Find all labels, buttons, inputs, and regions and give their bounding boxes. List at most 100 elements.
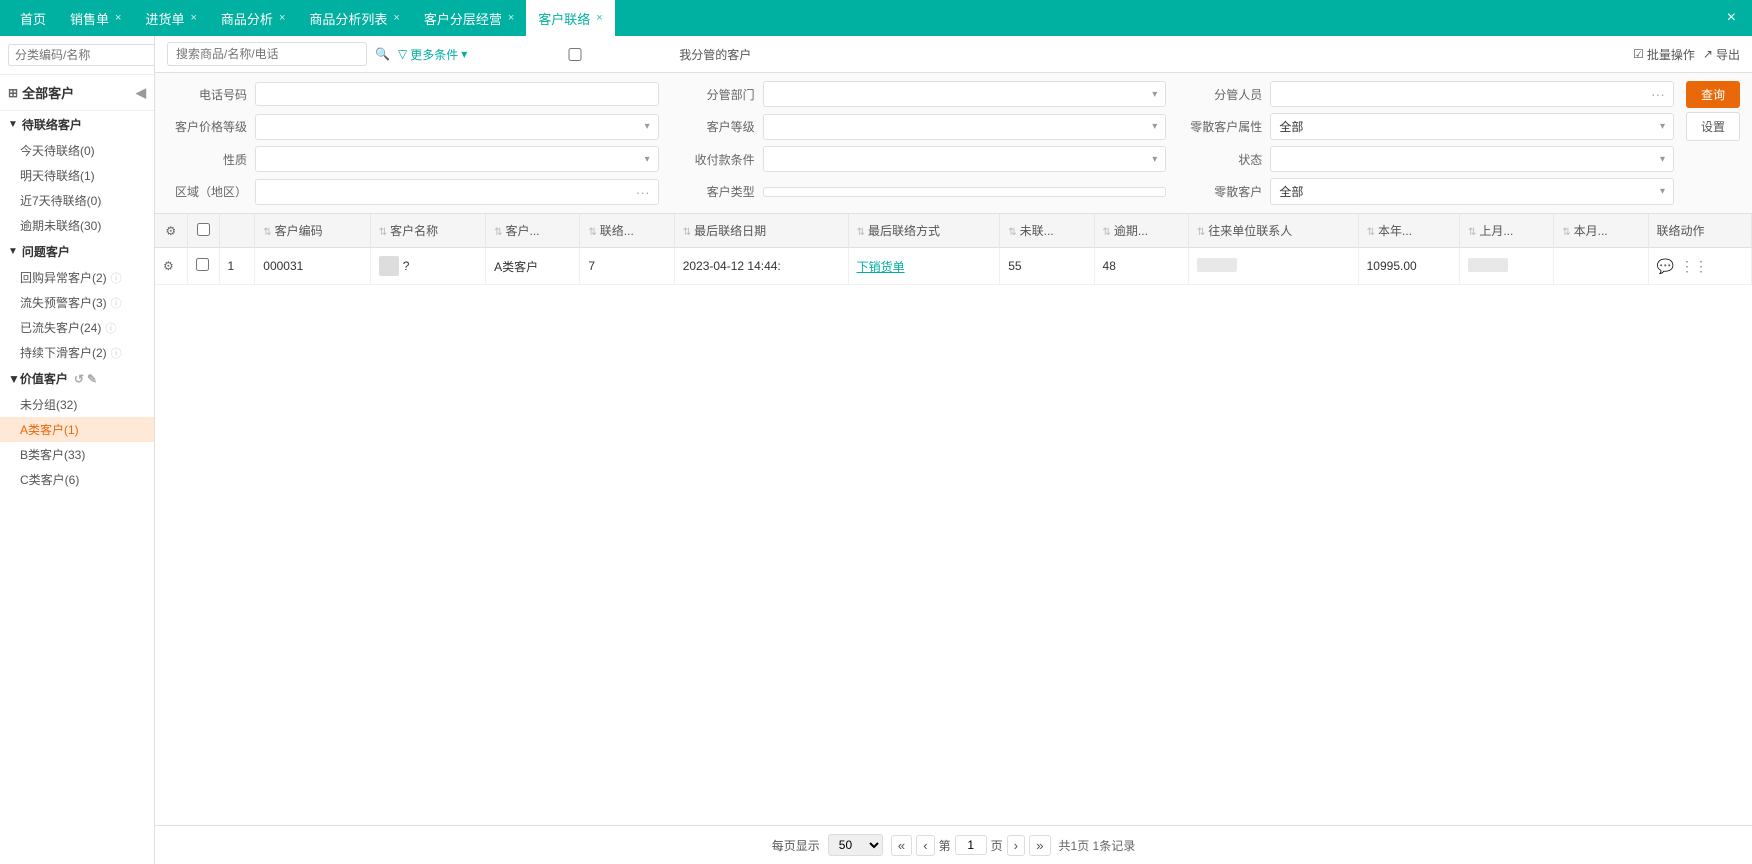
more-conditions-label: 更多条件 — [410, 46, 458, 63]
customer-type-input[interactable] — [763, 187, 1167, 197]
sidebar-item-a-class[interactable]: A类客户(1) — [0, 417, 154, 442]
my-customer-label: 我分管的客户 — [679, 46, 751, 63]
nav-close-icon[interactable]: × — [596, 12, 602, 24]
search-input[interactable] — [167, 42, 367, 66]
region-select[interactable]: ··· — [255, 179, 659, 205]
more-conditions-button[interactable]: ▽ 更多条件 ▾ — [398, 46, 467, 63]
status-select[interactable]: ▾ — [1270, 146, 1674, 172]
sidebar-item-tomorrow[interactable]: 明天待联络(1) — [0, 163, 154, 188]
contact-way-link[interactable]: 下销货单 — [857, 260, 905, 274]
filter-bar: 🔍 ▽ 更多条件 ▾ 我分管的客户 ☑ 批量操作 ↗ 导出 — [155, 36, 1752, 73]
not-contact-th[interactable]: 未联... — [1000, 214, 1094, 248]
nav-item-商品分析列表[interactable]: 商品分析列表× — [297, 0, 411, 36]
customer-code-th[interactable]: 客户编码 — [255, 214, 370, 248]
page-number-input[interactable] — [955, 835, 987, 855]
sidebar-item-c-class[interactable]: C类客户(6) — [0, 467, 154, 492]
nav-close-icon[interactable]: × — [393, 12, 399, 24]
prev-page-button[interactable]: ‹ — [916, 835, 934, 856]
sidebar-item-overdue[interactable]: 逾期未联络(30) — [0, 213, 154, 238]
nav-close-icon[interactable]: × — [508, 12, 514, 24]
last-contact-way-th[interactable]: 最后联络方式 — [848, 214, 1000, 248]
nav-item-客户分层经营[interactable]: 客户分层经营× — [412, 0, 526, 36]
batch-icon: ☑ — [1633, 47, 1644, 61]
export-button[interactable]: ↗ 导出 — [1703, 46, 1740, 63]
nav-close-icon[interactable]: × — [115, 12, 121, 24]
sidebar-search-input[interactable] — [8, 44, 155, 66]
sidebar-item-7days[interactable]: 近7天待联络(0) — [0, 188, 154, 213]
last-month-th[interactable]: 上月... — [1459, 214, 1553, 248]
last-page-button[interactable]: » — [1029, 835, 1050, 856]
this-month-th[interactable]: 本月... — [1554, 214, 1648, 248]
my-customer-checkbox-label[interactable]: 我分管的客户 — [475, 46, 751, 63]
retail-attr-select[interactable]: 全部 ▾ — [1270, 113, 1674, 140]
sidebar-item-b-class[interactable]: B类客户(33) — [0, 442, 154, 467]
nature-select[interactable]: ▾ — [255, 146, 659, 172]
batch-operation-label: 批量操作 — [1647, 46, 1695, 63]
sidebar-item-churn-warning[interactable]: 流失预警客户(3) ⓘ — [0, 290, 154, 315]
settings-gear-icon[interactable]: ⚙ — [163, 259, 174, 273]
sidebar-item-ungroup-label: 未分组(32) — [20, 396, 77, 413]
nav-close-icon[interactable]: × — [279, 12, 285, 24]
filter-field-customer-grade: 客户等级 ▾ — [675, 114, 1167, 140]
person-select[interactable]: ··· — [1270, 81, 1674, 107]
price-grade-chevron: ▾ — [645, 121, 650, 132]
page-size-select[interactable]: 50 100 200 — [828, 834, 883, 856]
row-last-contact-way[interactable]: 下销货单 — [848, 248, 1000, 285]
customer-grade-select[interactable]: ▾ — [763, 114, 1167, 140]
checkbox-th[interactable] — [187, 214, 219, 248]
row-contact-count: 7 — [580, 248, 674, 285]
sidebar-group-problem[interactable]: ▼ 问题客户 — [0, 238, 154, 265]
page-label: 第 — [939, 837, 951, 854]
row-checkbox[interactable] — [187, 248, 219, 285]
batch-operation-button[interactable]: ☑ 批量操作 — [1633, 46, 1695, 63]
sidebar-collapse-icon[interactable]: ◀ — [136, 85, 146, 101]
row-last-month-value — [1468, 258, 1508, 272]
retail-customer-select[interactable]: 全部 ▾ — [1270, 178, 1674, 205]
sidebar-item-churned[interactable]: 已流失客户(24) ⓘ — [0, 315, 154, 340]
sidebar-group-value[interactable]: ▼ 价值客户 ↺ ✎ — [0, 365, 154, 392]
price-grade-select[interactable]: ▾ — [255, 114, 659, 140]
phone-input[interactable] — [255, 82, 659, 106]
setting-button[interactable]: 设置 — [1686, 112, 1740, 141]
filter-search-icon[interactable]: 🔍 — [375, 47, 390, 61]
nav-item-商品分析[interactable]: 商品分析× — [209, 0, 297, 36]
first-page-button[interactable]: « — [891, 835, 912, 856]
chat-icon[interactable]: 💬 — [1657, 258, 1674, 275]
more-action-icon[interactable]: ⋮⋮ — [1680, 258, 1708, 275]
customer-type-th[interactable]: 客户... — [486, 214, 580, 248]
this-year-th[interactable]: 本年... — [1358, 214, 1459, 248]
dept-select[interactable]: ▾ — [763, 81, 1167, 107]
sidebar-group-problem-label: 问题客户 — [22, 243, 70, 260]
payment-select[interactable]: ▾ — [763, 146, 1167, 172]
overdue-th[interactable]: 逾期... — [1094, 214, 1188, 248]
sidebar-item-repurchase-abnormal[interactable]: 回购异常客户(2) ⓘ — [0, 265, 154, 290]
close-all-button[interactable]: × — [1719, 9, 1744, 27]
nav-item-进货单[interactable]: 进货单× — [133, 0, 208, 36]
nav-item-首页[interactable]: 首页 — [8, 0, 58, 36]
sidebar-group-pending-label: 待联络客户 — [22, 116, 82, 133]
nav-close-icon[interactable]: × — [190, 12, 196, 24]
main-layout: 🔍 ⊞ 全部客户 ◀ ▼ 待联络客户 今天待联络(0) 明天待联络(1) 近7天… — [0, 36, 1752, 864]
customer-grade-label: 客户等级 — [675, 118, 755, 135]
nav-item-销售单[interactable]: 销售单× — [58, 0, 133, 36]
contact-count-th[interactable]: 联络... — [580, 214, 674, 248]
row-checkbox-input[interactable] — [196, 258, 209, 271]
last-contact-date-th[interactable]: 最后联络日期 — [674, 214, 848, 248]
nav-item-客户联络[interactable]: 客户联络× — [526, 0, 614, 36]
row-customer-name: ? — [370, 248, 485, 285]
row-settings[interactable]: ⚙ — [155, 248, 187, 285]
my-customer-checkbox[interactable] — [475, 48, 675, 61]
sidebar-item-today[interactable]: 今天待联络(0) — [0, 138, 154, 163]
sidebar-item-ungroup[interactable]: 未分组(32) — [0, 392, 154, 417]
customer-name-th[interactable]: 客户名称 — [370, 214, 485, 248]
query-button[interactable]: 查询 — [1686, 81, 1740, 108]
table-settings-th[interactable]: ⚙ — [155, 214, 187, 248]
next-page-button[interactable]: › — [1007, 835, 1025, 856]
prev-unit-contact-th[interactable]: 往来单位联系人 — [1188, 214, 1358, 248]
sidebar-item-declining[interactable]: 持续下滑客户(2) ⓘ — [0, 340, 154, 365]
row-contact-action[interactable]: 💬 ⋮⋮ — [1648, 248, 1752, 285]
sidebar-group-pending[interactable]: ▼ 待联络客户 — [0, 111, 154, 138]
edit-icon[interactable]: ✎ — [87, 372, 97, 386]
select-all-checkbox[interactable] — [197, 223, 210, 236]
refresh-icon[interactable]: ↺ — [74, 372, 84, 386]
